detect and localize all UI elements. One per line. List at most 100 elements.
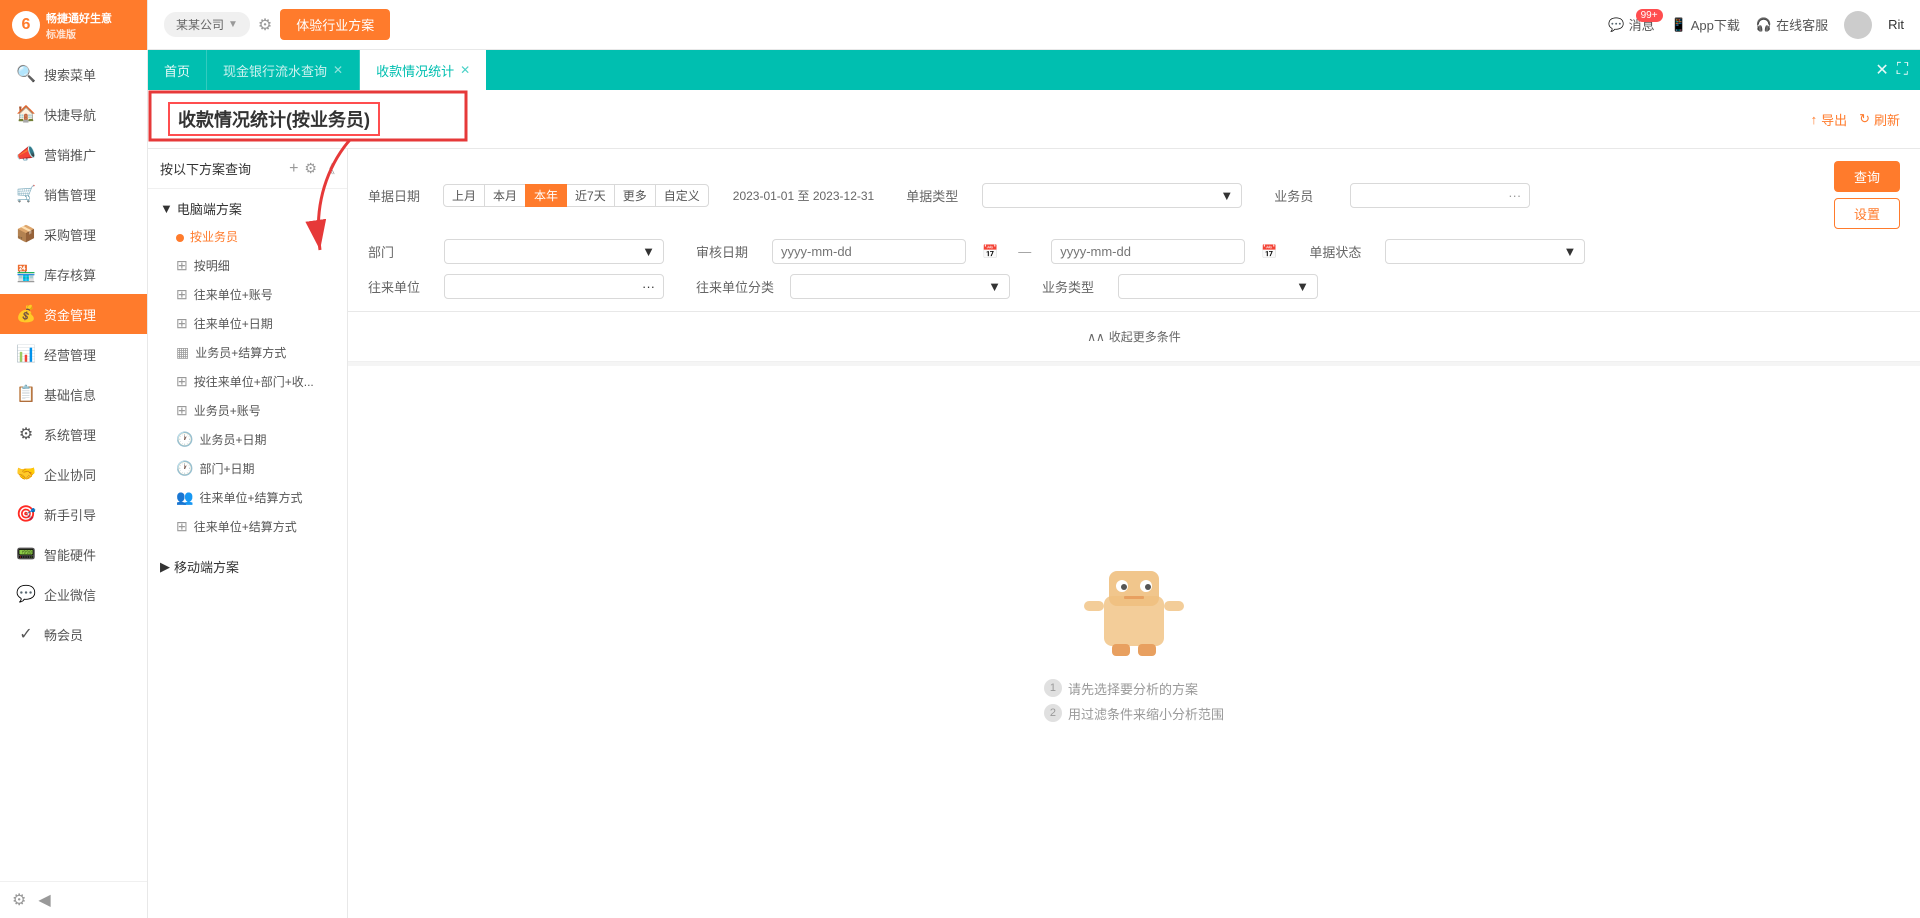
maximize-window-button[interactable]: ⛶ — [1897, 61, 1908, 79]
sidebar-item-quick-nav[interactable]: 🏠 快捷导航 — [0, 94, 147, 134]
sidebar-item-enterprise[interactable]: 🤝 企业协同 — [0, 454, 147, 494]
scheme-item-partner-account[interactable]: ⊞ 往来单位+账号 — [148, 280, 347, 309]
settings-icon[interactable]: ⚙ — [258, 15, 272, 35]
scheme-item-salesperson-account[interactable]: ⊞ 业务员+账号 — [148, 396, 347, 425]
sidebar-item-marketing[interactable]: 📣 营销推广 — [0, 134, 147, 174]
scheme-item-label: 按明细 — [194, 257, 230, 274]
sidebar-item-operations[interactable]: 📊 经营管理 — [0, 334, 147, 374]
mobile-scheme-group-label: 移动端方案 — [174, 557, 239, 576]
mobile-scheme-group-title[interactable]: ▶ 移动端方案 — [148, 553, 347, 580]
sidebar-item-enterprise-wechat[interactable]: 💬 企业微信 — [0, 574, 147, 614]
doc-status-select[interactable]: ▼ — [1385, 239, 1585, 264]
sidebar-item-inventory[interactable]: 🏪 库存核算 — [0, 254, 147, 294]
date-label: 单据日期 — [368, 186, 428, 205]
collapse-button[interactable]: ∧∧ 收起更多条件 — [1079, 320, 1189, 353]
empty-state: 1 请先选择要分析的方案 2 用过滤条件来缩小分析范围 — [348, 366, 1920, 918]
refresh-button[interactable]: ↻ 刷新 — [1859, 110, 1900, 129]
settings-bottom-icon[interactable]: ⚙ — [12, 890, 26, 910]
date-tab-more[interactable]: 更多 — [614, 184, 656, 207]
sidebar-item-label: 智能硬件 — [44, 545, 96, 564]
people-icon: 👥 — [176, 489, 193, 506]
app-download-area[interactable]: 📱 App下载 — [1671, 15, 1740, 34]
grid-icon: ⊞ — [176, 373, 188, 390]
tab-collection-stats[interactable]: 收款情况统计 ✕ — [360, 50, 486, 90]
company-name: 某某公司 — [176, 16, 224, 33]
date-tab-last-month[interactable]: 上月 — [443, 184, 485, 207]
logo-icon: 6 — [12, 11, 40, 39]
pc-scheme-group: ▼ 电脑端方案 按业务员 ⊞ 按明细 ⊞ — [148, 189, 347, 547]
partner-label: 往来单位 — [368, 277, 428, 296]
sidebar-item-sales[interactable]: 🛒 销售管理 — [0, 174, 147, 214]
sidebar-item-label: 快捷导航 — [44, 105, 96, 124]
scheme-item-salesperson-settlement[interactable]: ▦ 业务员+结算方式 — [148, 338, 347, 367]
scheme-item-label: 往来单位+账号 — [194, 286, 273, 303]
doc-type-select[interactable]: ▼ — [982, 183, 1242, 208]
query-button[interactable]: 查询 — [1834, 161, 1900, 192]
pc-scheme-group-title[interactable]: ▼ 电脑端方案 — [148, 195, 347, 222]
date-tab-custom[interactable]: 自定义 — [655, 184, 709, 207]
partner-select[interactable]: ··· — [444, 274, 664, 299]
scheme-item-by-salesperson[interactable]: 按业务员 — [148, 222, 347, 251]
sidebar-item-vip[interactable]: ✓ 畅会员 — [0, 614, 147, 654]
dots-icon: ··· — [642, 279, 655, 294]
scheme-item-dept-date[interactable]: 🕐 部门+日期 — [148, 454, 347, 483]
dept-select[interactable]: ▼ — [444, 239, 664, 264]
trial-button[interactable]: 体验行业方案 — [280, 9, 390, 40]
sidebar-item-new-guide[interactable]: 🎯 新手引导 — [0, 494, 147, 534]
tab-home-label: 首页 — [164, 61, 190, 80]
sidebar-item-search-menu[interactable]: 🔍 搜索菜单 — [0, 54, 147, 94]
review-date-label: 审核日期 — [696, 242, 756, 261]
review-date-from[interactable] — [772, 239, 966, 264]
scheme-item-partner-date[interactable]: ⊞ 往来单位+日期 — [148, 309, 347, 338]
salesperson-select[interactable]: ··· — [1350, 183, 1530, 208]
collapse-sidebar-icon[interactable]: ◀ — [38, 890, 50, 910]
partner-category-select[interactable]: ▼ — [790, 274, 1010, 299]
sidebar-item-label: 库存核算 — [44, 265, 96, 284]
scheme-item-partner-settlement1[interactable]: 👥 往来单位+结算方式 — [148, 483, 347, 512]
header-right: 💬 消息 99+ 📱 App下载 🎧 在线客服 Rit — [1608, 11, 1904, 39]
collapse-panel-icon[interactable]: 《 — [323, 160, 335, 177]
app-download-label: App下载 — [1691, 15, 1740, 34]
scheme-item-by-detail[interactable]: ⊞ 按明细 — [148, 251, 347, 280]
message-area[interactable]: 💬 消息 99+ — [1608, 15, 1654, 34]
tab-bank-flow[interactable]: 现金银行流水查询 ✕ — [207, 50, 360, 90]
settings-button[interactable]: 设置 — [1834, 198, 1900, 229]
calendar-to-icon[interactable]: 📅 — [1261, 244, 1277, 260]
dept-label: 部门 — [368, 242, 428, 261]
sidebar-item-label: 畅会员 — [44, 625, 83, 644]
chevron-up-icon: ∧∧ — [1087, 330, 1105, 344]
scheme-item-salesperson-date[interactable]: 🕐 业务员+日期 — [148, 425, 347, 454]
sidebar-item-label: 销售管理 — [44, 185, 96, 204]
scheme-item-partner-settlement2[interactable]: ⊞ 往来单位+结算方式 — [148, 512, 347, 541]
calendar-from-icon[interactable]: 📅 — [982, 244, 998, 260]
close-icon[interactable]: ✕ — [460, 63, 470, 77]
top-header: 某某公司 ▼ ⚙ 体验行业方案 💬 消息 99+ 📱 App下载 🎧 在线客服 … — [148, 0, 1920, 50]
tab-collection-stats-label: 收款情况统计 — [376, 61, 454, 80]
date-tab-7days[interactable]: 近7天 — [566, 184, 615, 207]
scheme-item-partner-dept[interactable]: ⊞ 按往来单位+部门+收... — [148, 367, 347, 396]
search-menu-icon: 🔍 — [16, 64, 36, 84]
sidebar-item-base-info[interactable]: 📋 基础信息 — [0, 374, 147, 414]
date-tab-this-month[interactable]: 本月 — [484, 184, 526, 207]
online-service-area[interactable]: 🎧 在线客服 — [1756, 15, 1828, 34]
doc-type-label: 单据类型 — [906, 186, 966, 205]
sidebar-item-smart-hw[interactable]: 📟 智能硬件 — [0, 534, 147, 574]
review-date-to[interactable] — [1051, 239, 1245, 264]
biz-type-select[interactable]: ▼ — [1118, 274, 1318, 299]
company-selector[interactable]: 某某公司 ▼ — [164, 12, 250, 37]
chevron-right-icon: ▶ — [160, 559, 170, 575]
date-tab-this-year[interactable]: 本年 — [525, 184, 567, 207]
close-icon[interactable]: ✕ — [333, 63, 343, 77]
close-window-button[interactable]: ✕ — [1875, 60, 1888, 80]
add-scheme-icon[interactable]: + — [289, 160, 298, 178]
user-name: Rit — [1888, 17, 1904, 32]
biz-type-label: 业务类型 — [1042, 277, 1102, 296]
sidebar-item-purchase[interactable]: 📦 采购管理 — [0, 214, 147, 254]
settings-scheme-icon[interactable]: ⚙ — [304, 160, 317, 177]
sidebar-item-finance[interactable]: 💰 资金管理 — [0, 294, 147, 334]
tab-home[interactable]: 首页 — [148, 50, 207, 90]
sidebar-item-sys-mgmt[interactable]: ⚙ 系统管理 — [0, 414, 147, 454]
avatar[interactable] — [1844, 11, 1872, 39]
purchase-icon: 📦 — [16, 224, 36, 244]
export-button[interactable]: ↑ 导出 — [1811, 110, 1848, 129]
